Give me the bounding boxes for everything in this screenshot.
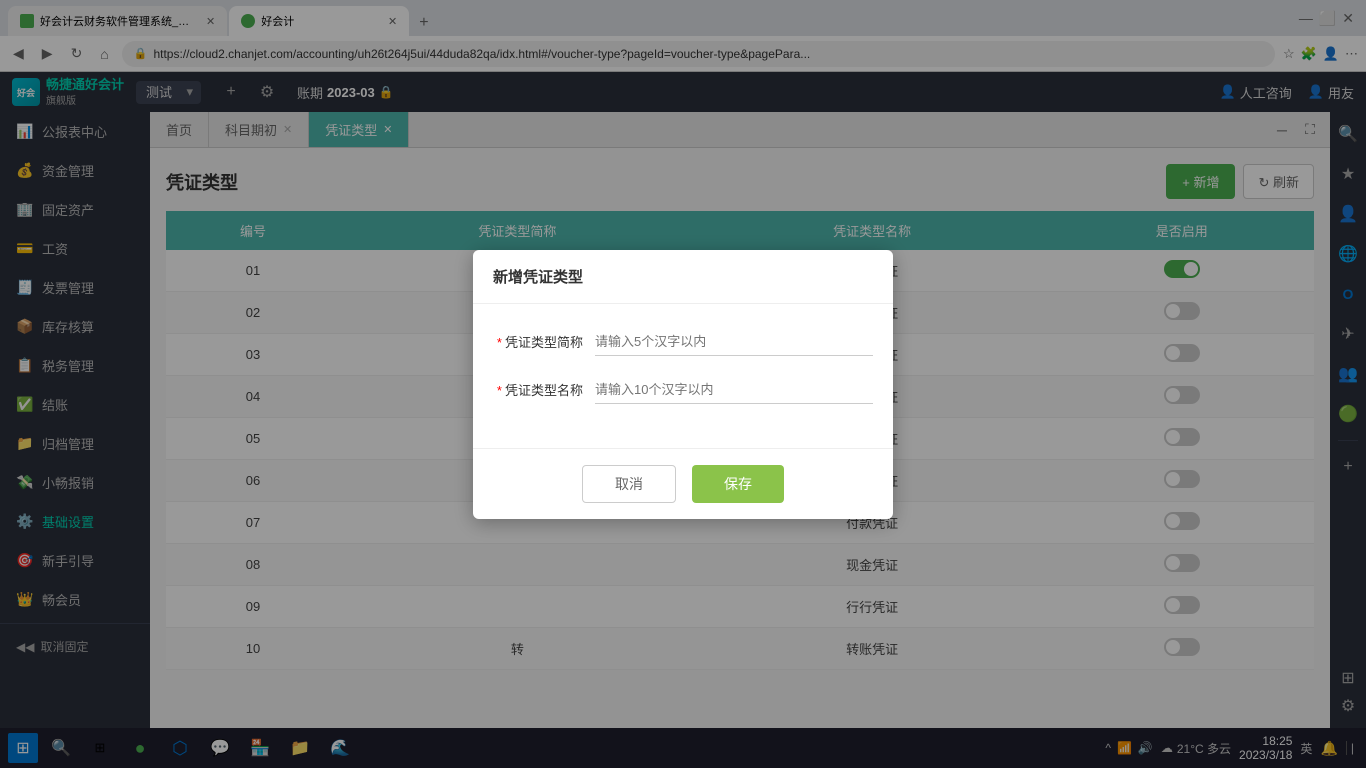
field-short-label: 凭证类型简称 <box>493 332 583 351</box>
new-voucher-type-modal: 新增凭证类型 凭证类型简称 凭证类型名称 取消 保存 <box>473 250 893 519</box>
modal-title: 新增凭证类型 <box>493 269 583 286</box>
modal-overlay: 新增凭证类型 凭证类型简称 凭证类型名称 取消 保存 <box>0 0 1366 768</box>
field-name-label: 凭证类型名称 <box>493 380 583 399</box>
modal-header: 新增凭证类型 <box>473 250 893 304</box>
modal-body: 凭证类型简称 凭证类型名称 <box>473 304 893 448</box>
field-short-input[interactable] <box>595 328 873 356</box>
form-row-name: 凭证类型名称 <box>493 376 873 404</box>
cancel-button[interactable]: 取消 <box>582 465 676 503</box>
form-row-short: 凭证类型简称 <box>493 328 873 356</box>
save-button[interactable]: 保存 <box>692 465 784 503</box>
field-name-input[interactable] <box>595 376 873 404</box>
modal-footer: 取消 保存 <box>473 448 893 519</box>
